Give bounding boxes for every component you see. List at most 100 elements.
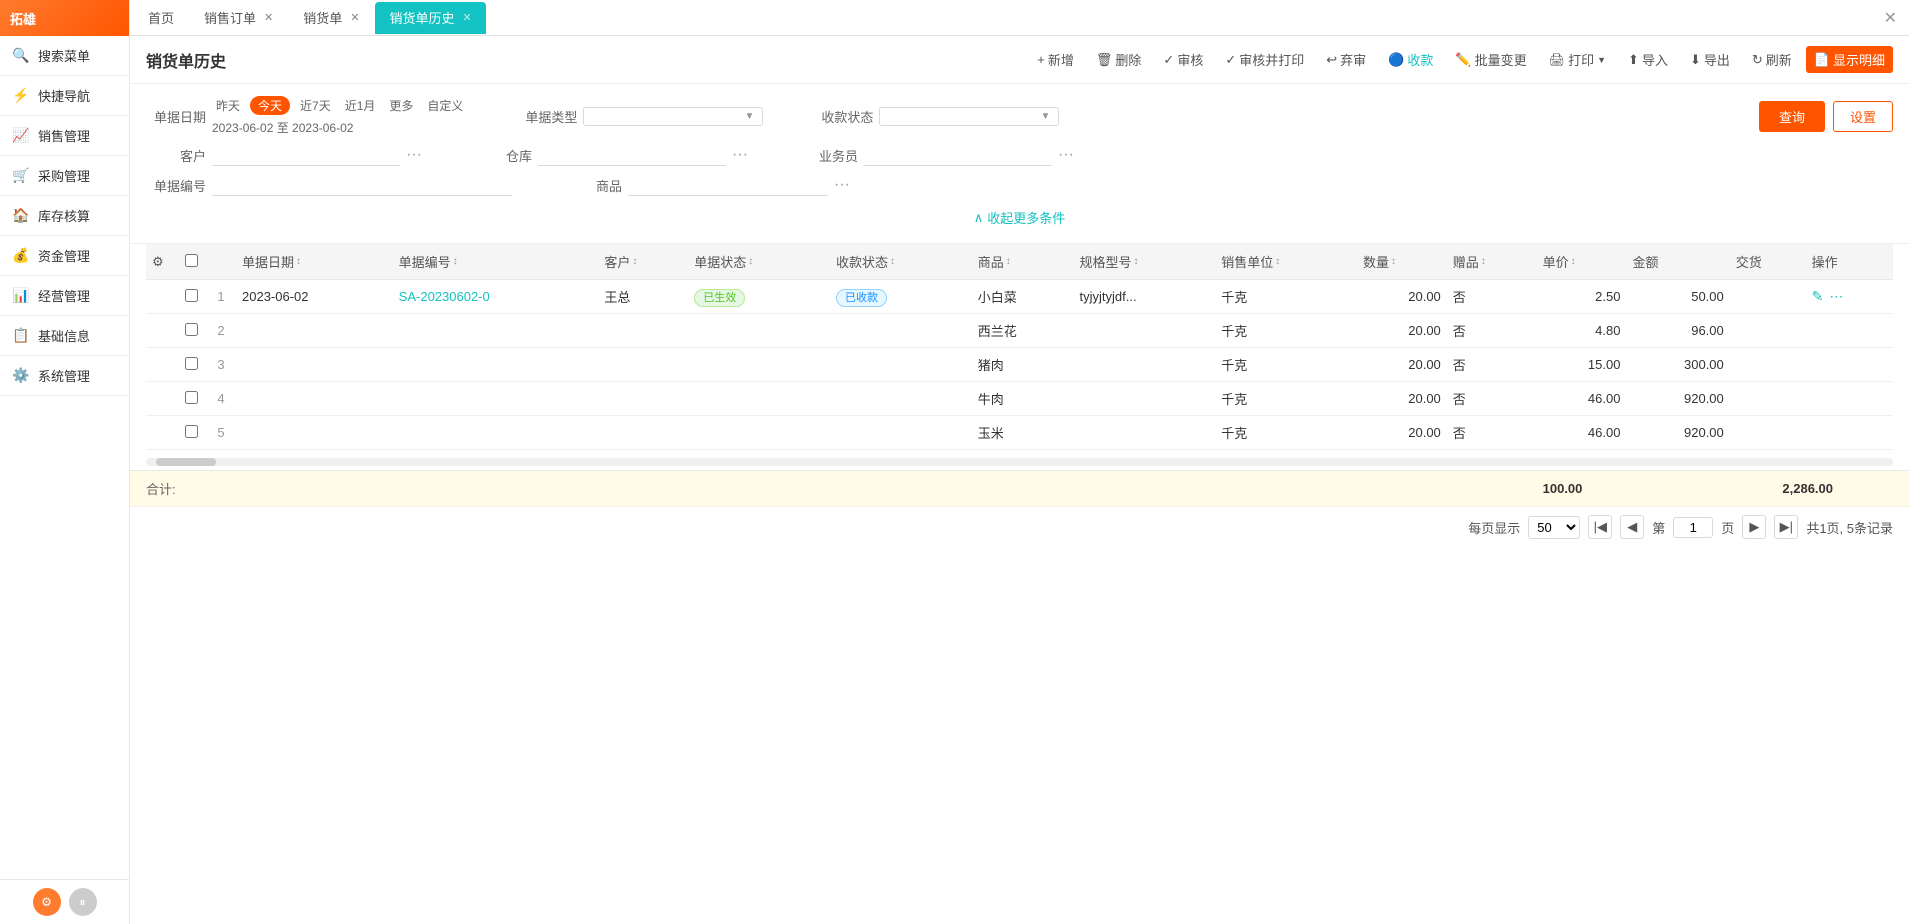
cell-check[interactable]	[176, 348, 206, 382]
date-shortcut-more[interactable]: 更多	[385, 96, 417, 115]
sidebar-item-operations[interactable]: 📊 经营管理	[0, 276, 129, 316]
date-shortcut-last7[interactable]: 近7天	[296, 96, 335, 115]
filter-customer-dots[interactable]: ···	[406, 146, 422, 164]
last-page-btn[interactable]: ▶|	[1774, 515, 1798, 539]
col-check[interactable]	[176, 244, 206, 280]
filter-goods-dots[interactable]: ···	[834, 176, 850, 194]
sidebar-bottom-btn-1[interactable]: ⚙	[33, 888, 61, 916]
filter-warehouse-input[interactable]	[538, 144, 726, 166]
table-body: 1 2023-06-02 SA-20230602-0 王总 已生效 已收款 小白…	[146, 280, 1893, 450]
tab-sales-history[interactable]: 销货单历史 ✕	[375, 2, 485, 34]
more-op-icon[interactable]: ⋯	[1829, 288, 1843, 305]
date-shortcut-yesterday[interactable]: 昨天	[212, 96, 244, 115]
sidebar-item-finance[interactable]: 💰 资金管理	[0, 236, 129, 276]
col-gift[interactable]: 赠品 ↕	[1447, 244, 1537, 280]
sidebar-item-sales-mgmt[interactable]: 📈 销售管理	[0, 116, 129, 156]
cell-rownum: 5	[206, 416, 236, 450]
per-page-select[interactable]: 50 10 20 100	[1528, 516, 1580, 539]
discard-button[interactable]: ↩ 弃审	[1318, 46, 1374, 73]
cell-date	[236, 314, 393, 348]
import-button[interactable]: ⬆ 导入	[1620, 46, 1676, 73]
print-button[interactable]: 🖨 打印 ▼	[1541, 46, 1614, 73]
tab-sales-delivery[interactable]: 销货单 ✕	[289, 2, 373, 34]
settings-button[interactable]: 设置	[1833, 101, 1893, 132]
tab-sales-delivery-close[interactable]: ✕	[350, 11, 359, 24]
select-all-checkbox[interactable]	[185, 254, 198, 267]
tab-bar-close[interactable]: ✕	[1876, 8, 1905, 28]
doc-num-link[interactable]: SA-20230602-0	[399, 289, 490, 304]
cell-check[interactable]	[176, 382, 206, 416]
col-qty[interactable]: 数量 ↕	[1357, 244, 1447, 280]
prev-page-btn[interactable]: ◀	[1620, 515, 1644, 539]
filter-staff-input[interactable]	[864, 144, 1052, 166]
row-checkbox[interactable]	[185, 289, 198, 302]
discard-icon: ↩	[1326, 52, 1337, 68]
filter-staff-dots[interactable]: ···	[1058, 146, 1074, 164]
filter-paystatus-select[interactable]: ▼	[879, 107, 1059, 126]
row-checkbox[interactable]	[185, 323, 198, 336]
edit-op-icon[interactable]: ✎	[1812, 288, 1824, 305]
next-page-btn[interactable]: ▶	[1742, 515, 1766, 539]
col-customer[interactable]: 客户 ↕	[598, 244, 688, 280]
col-docstatus[interactable]: 单据状态 ↕	[688, 244, 830, 280]
add-button[interactable]: + 新增	[1029, 46, 1082, 73]
col-date[interactable]: 单据日期 ↕	[236, 244, 393, 280]
date-shortcut-last30[interactable]: 近1月	[341, 96, 380, 115]
tab-sales-order-close[interactable]: ✕	[264, 11, 273, 24]
cell-check[interactable]	[176, 280, 206, 314]
date-shortcut-today[interactable]: 今天	[250, 96, 290, 115]
page-number-input[interactable]	[1673, 517, 1713, 538]
delete-button[interactable]: 🗑 删除	[1088, 46, 1150, 73]
collapse-button[interactable]: ∧ 收起更多条件	[974, 204, 1066, 231]
sidebar-item-sys-mgmt[interactable]: ⚙️ 系统管理	[0, 356, 129, 396]
col-price[interactable]: 单价 ↕	[1537, 244, 1627, 280]
cell-ops	[1806, 348, 1893, 382]
cell-customer: 王总	[598, 280, 688, 314]
filter-goods-input[interactable]	[628, 174, 828, 196]
sidebar-bottom: ⚙ ⏸	[0, 879, 129, 924]
cell-gift: 否	[1447, 314, 1537, 348]
sidebar-item-base-info[interactable]: 📋 基础信息	[0, 316, 129, 356]
cell-check[interactable]	[176, 314, 206, 348]
sidebar-item-purchase-mgmt[interactable]: 🛒 采购管理	[0, 156, 129, 196]
show-detail-button[interactable]: 📄 显示明细	[1806, 46, 1893, 73]
collect-button[interactable]: 🔵 收款	[1380, 46, 1441, 73]
sidebar-item-search-menu[interactable]: 🔍 搜索菜单	[0, 36, 129, 76]
col-spec[interactable]: 规格型号 ↕	[1074, 244, 1216, 280]
cell-check[interactable]	[176, 416, 206, 450]
tab-sales-order[interactable]: 销售订单 ✕	[190, 2, 287, 34]
sidebar-item-quick-nav[interactable]: ⚡ 快捷导航	[0, 76, 129, 116]
row-checkbox[interactable]	[185, 425, 198, 438]
filter-doctype-select[interactable]: ▼	[583, 107, 763, 126]
batch-change-button[interactable]: ✏️ 批量变更	[1447, 46, 1534, 73]
audit-print-button[interactable]: ✓ 审核并打印	[1217, 46, 1312, 73]
col-paystatus[interactable]: 收款状态 ↕	[830, 244, 972, 280]
row-checkbox[interactable]	[185, 391, 198, 404]
tab-home[interactable]: 首页	[134, 2, 188, 34]
cell-spec	[1074, 314, 1216, 348]
export-button[interactable]: ⬇ 导出	[1682, 46, 1738, 73]
batch-change-label: 批量变更	[1475, 50, 1527, 69]
col-docnum[interactable]: 单据编号 ↕	[393, 244, 599, 280]
filter-warehouse-dots[interactable]: ···	[732, 146, 748, 164]
sidebar-item-inventory[interactable]: 🏠 库存核算	[0, 196, 129, 236]
col-goods[interactable]: 商品 ↕	[972, 244, 1074, 280]
sidebar-bottom-btn-2[interactable]: ⏸	[69, 888, 97, 916]
date-shortcut-custom[interactable]: 自定义	[423, 96, 467, 115]
tab-sales-history-close[interactable]: ✕	[463, 11, 472, 24]
scrollbar-thumb[interactable]	[156, 458, 216, 466]
refresh-button[interactable]: ↻ 刷新	[1744, 46, 1800, 73]
first-page-btn[interactable]: |◀	[1588, 515, 1612, 539]
filter-docnum-input[interactable]	[212, 174, 512, 196]
filter-customer-input[interactable]	[212, 144, 400, 166]
sidebar-item-label: 经营管理	[38, 286, 90, 305]
row-checkbox[interactable]	[185, 357, 198, 370]
col-settings[interactable]: ⚙	[146, 244, 176, 280]
cell-gift: 否	[1447, 280, 1537, 314]
audit-button[interactable]: ✓ 审核	[1155, 46, 1211, 73]
horizontal-scrollbar[interactable]	[146, 458, 1893, 466]
col-unit[interactable]: 销售单位 ↕	[1215, 244, 1357, 280]
export-label: 导出	[1704, 50, 1730, 69]
cell-unit: 千克	[1215, 314, 1357, 348]
query-button[interactable]: 查询	[1759, 101, 1825, 132]
